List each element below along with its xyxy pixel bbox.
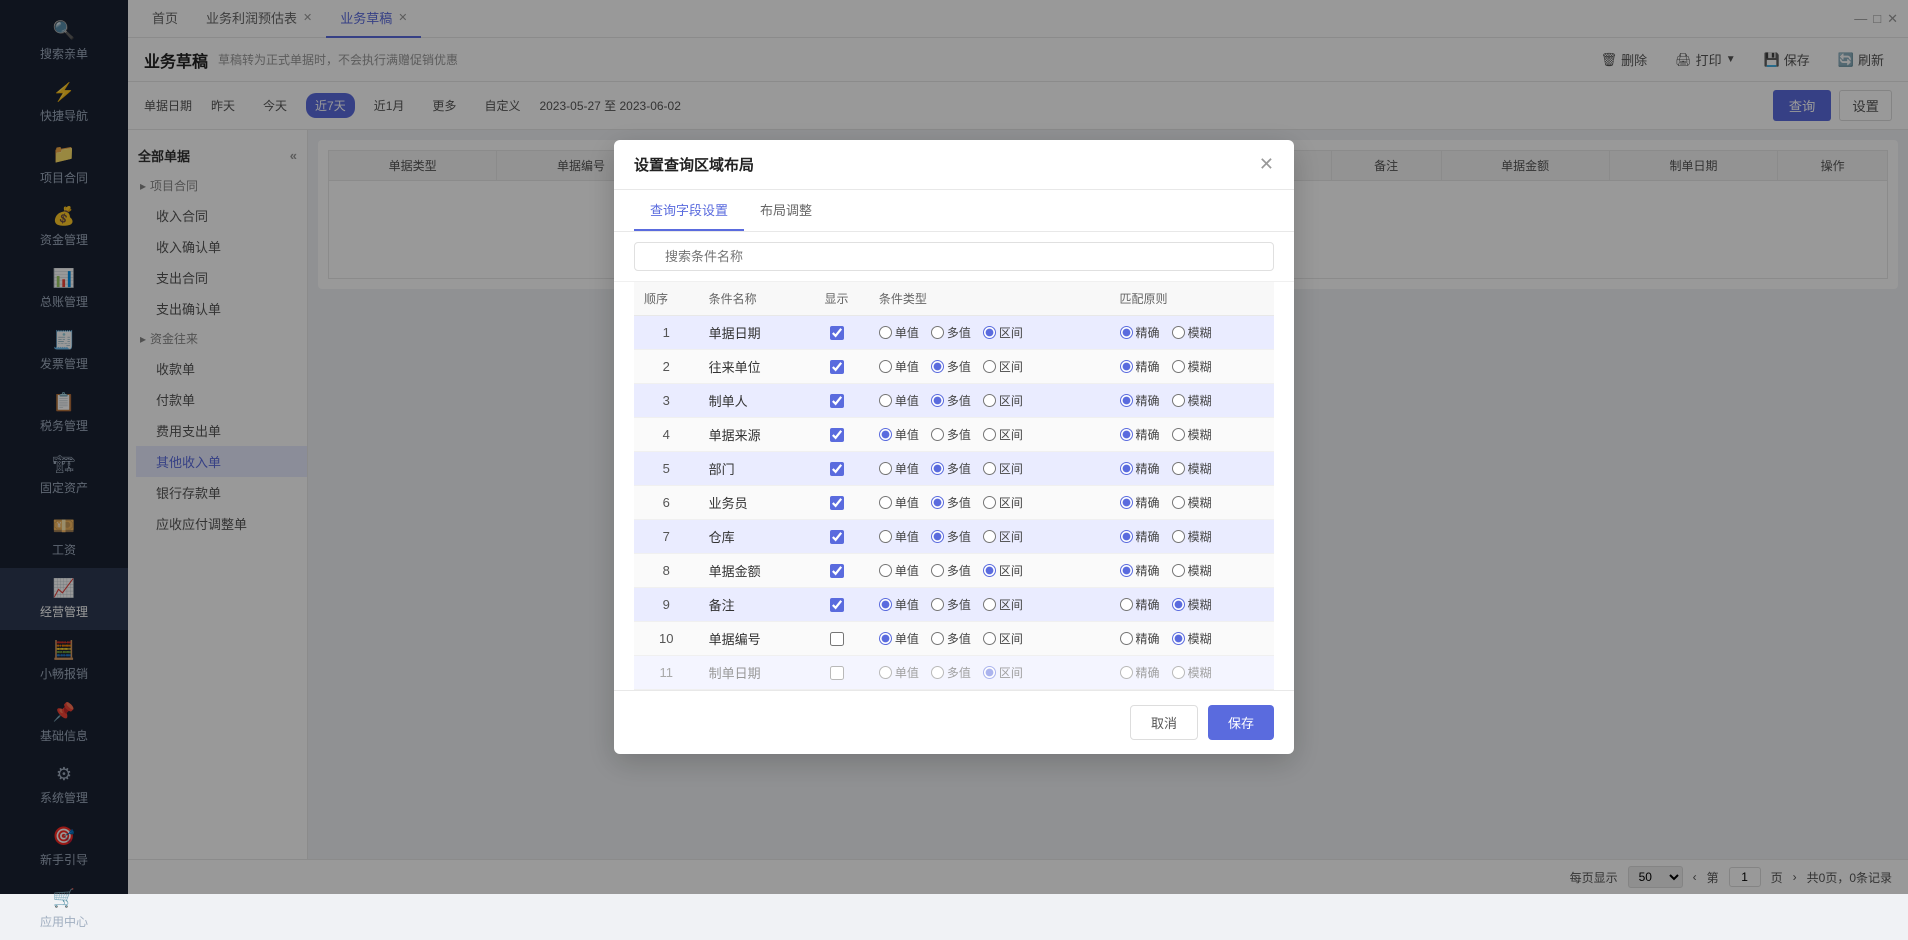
config-table: 顺序 条件名称 显示 条件类型 匹配原则 1 单据日期 <box>634 282 1274 690</box>
row9-name: 备注 <box>699 588 805 622</box>
row5-type: 单值 多值 区间 <box>869 452 1110 486</box>
row1-checkbox[interactable] <box>830 326 844 340</box>
modal-tabs: 查询字段设置 布局调整 <box>614 190 1294 232</box>
row8-type: 单值 多值 区间 <box>869 554 1110 588</box>
row2-order: 2 <box>634 350 699 384</box>
row2-match: 精确 模糊 <box>1110 350 1274 384</box>
row10-match: 精确 模糊 <box>1110 622 1274 656</box>
row1-type: 单值 多值 区间 <box>869 316 1110 350</box>
row11-type: 单值 多值 区间 <box>869 656 1110 690</box>
row10-type: 单值 多值 区间 <box>869 622 1110 656</box>
row8-display <box>804 554 869 588</box>
row9-order: 9 <box>634 588 699 622</box>
row7-name: 仓库 <box>699 520 805 554</box>
row2-name: 往来单位 <box>699 350 805 384</box>
config-th-display: 显示 <box>804 282 869 316</box>
row3-display <box>804 384 869 418</box>
config-th-type: 条件类型 <box>869 282 1110 316</box>
row6-order: 6 <box>634 486 699 520</box>
modal-footer: 取消 保存 <box>614 690 1294 754</box>
sidebar-label-appstore: 应用中心 <box>40 913 88 930</box>
row3-type: 单值 多值 区间 <box>869 384 1110 418</box>
row2-display <box>804 350 869 384</box>
config-th-order: 顺序 <box>634 282 699 316</box>
row10-name: 单据编号 <box>699 622 805 656</box>
modal-search-area: 🔍 <box>614 232 1294 282</box>
row7-type: 单值 多值 区间 <box>869 520 1110 554</box>
config-row-8: 8 单据金额 单值 多值 区间 <box>634 554 1274 588</box>
row7-match: 精确 模糊 <box>1110 520 1274 554</box>
row3-order: 3 <box>634 384 699 418</box>
row5-match: 精确 模糊 <box>1110 452 1274 486</box>
modal-search-input[interactable] <box>634 242 1274 271</box>
row4-checkbox[interactable] <box>830 428 844 442</box>
modal-tab-layout[interactable]: 布局调整 <box>744 190 828 231</box>
config-row-3: 3 制单人 单值 多值 区间 <box>634 384 1274 418</box>
row9-display <box>804 588 869 622</box>
modal-header: 设置查询区域布局 ✕ <box>614 140 1294 190</box>
row3-match: 精确 模糊 <box>1110 384 1274 418</box>
config-th-match: 匹配原则 <box>1110 282 1274 316</box>
row6-match: 精确 模糊 <box>1110 486 1274 520</box>
row10-display <box>804 622 869 656</box>
row6-display <box>804 486 869 520</box>
row10-checkbox[interactable] <box>830 632 844 646</box>
row7-display <box>804 520 869 554</box>
modal-body: 顺序 条件名称 显示 条件类型 匹配原则 1 单据日期 <box>614 282 1294 690</box>
modal-close-button[interactable]: ✕ <box>1259 154 1274 175</box>
row2-checkbox[interactable] <box>830 360 844 374</box>
config-row-9: 9 备注 单值 多值 区间 <box>634 588 1274 622</box>
row11-order: 11 <box>634 656 699 690</box>
config-row-11: 11 制单日期 单值 多值 区间 <box>634 656 1274 690</box>
row9-checkbox[interactable] <box>830 598 844 612</box>
config-row-1: 1 单据日期 单值 多值 区间 <box>634 316 1274 350</box>
row4-type: 单值 多值 区间 <box>869 418 1110 452</box>
row1-name: 单据日期 <box>699 316 805 350</box>
cancel-button[interactable]: 取消 <box>1130 705 1198 740</box>
row8-order: 8 <box>634 554 699 588</box>
row3-checkbox[interactable] <box>830 394 844 408</box>
settings-modal: 设置查询区域布局 ✕ 查询字段设置 布局调整 🔍 顺序 <box>614 140 1294 754</box>
config-th-name: 条件名称 <box>699 282 805 316</box>
modal-tab-fields[interactable]: 查询字段设置 <box>634 190 744 231</box>
row11-display <box>804 656 869 690</box>
row1-order: 1 <box>634 316 699 350</box>
row11-match: 精确 模糊 <box>1110 656 1274 690</box>
row3-name: 制单人 <box>699 384 805 418</box>
row4-name: 单据来源 <box>699 418 805 452</box>
row5-order: 5 <box>634 452 699 486</box>
config-row-7: 7 仓库 单值 多值 区间 <box>634 520 1274 554</box>
config-row-2: 2 往来单位 单值 多值 区间 <box>634 350 1274 384</box>
row4-display <box>804 418 869 452</box>
row6-checkbox[interactable] <box>830 496 844 510</box>
config-row-4: 4 单据来源 单值 多值 区间 <box>634 418 1274 452</box>
config-row-10: 10 单据编号 单值 多值 区间 <box>634 622 1274 656</box>
row6-type: 单值 多值 区间 <box>869 486 1110 520</box>
row1-display <box>804 316 869 350</box>
modal-save-button[interactable]: 保存 <box>1208 705 1274 740</box>
config-row-5: 5 部门 单值 多值 区间 <box>634 452 1274 486</box>
row9-type: 单值 多值 区间 <box>869 588 1110 622</box>
row8-match: 精确 模糊 <box>1110 554 1274 588</box>
row10-order: 10 <box>634 622 699 656</box>
row6-name: 业务员 <box>699 486 805 520</box>
modal-overlay: 设置查询区域布局 ✕ 查询字段设置 布局调整 🔍 顺序 <box>0 0 1908 894</box>
row4-match: 精确 模糊 <box>1110 418 1274 452</box>
config-row-6: 6 业务员 单值 多值 区间 <box>634 486 1274 520</box>
row7-checkbox[interactable] <box>830 530 844 544</box>
row8-name: 单据金额 <box>699 554 805 588</box>
row9-match: 精确 模糊 <box>1110 588 1274 622</box>
row8-checkbox[interactable] <box>830 564 844 578</box>
modal-title: 设置查询区域布局 <box>634 154 754 175</box>
row5-display <box>804 452 869 486</box>
row7-order: 7 <box>634 520 699 554</box>
row2-type: 单值 多值 区间 <box>869 350 1110 384</box>
row11-name: 制单日期 <box>699 656 805 690</box>
row11-checkbox[interactable] <box>830 666 844 680</box>
row4-order: 4 <box>634 418 699 452</box>
row5-checkbox[interactable] <box>830 462 844 476</box>
row1-match: 精确 模糊 <box>1110 316 1274 350</box>
row5-name: 部门 <box>699 452 805 486</box>
